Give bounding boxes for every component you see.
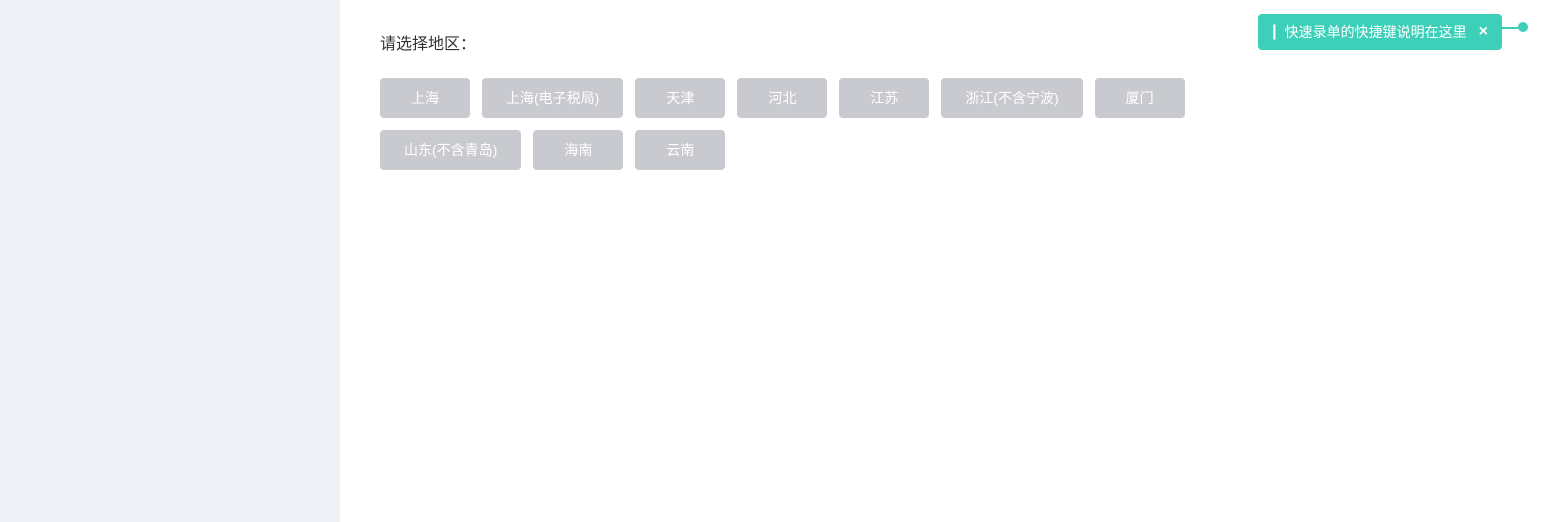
region-row-1: 上海上海(电子税局) 天津河北江苏浙江(不含宁波) 厦门 — [380, 78, 1522, 118]
region-button-shandong[interactable]: 山东(不含青岛) — [380, 130, 521, 170]
region-button-jiangsu[interactable]: 江苏 — [839, 78, 929, 118]
tooltip-close-button[interactable]: × — [1479, 23, 1488, 41]
region-button-hainan[interactable]: 海南 — [533, 130, 623, 170]
tooltip-connector-dot — [1518, 22, 1528, 32]
region-button-yunnan[interactable]: 云南 — [635, 130, 725, 170]
main-content: 请选择地区： 上海上海(电子税局)天津河北江苏浙江(不含宁波)厦门 山东(不含青… — [340, 0, 1562, 522]
region-button-xiamen[interactable]: 厦门 — [1095, 78, 1185, 118]
region-row-2: 山东(不含青岛) 海南云南 — [380, 130, 1522, 170]
left-sidebar — [0, 0, 340, 522]
region-button-shanghai-etax[interactable]: 上海(电子税局) — [482, 78, 623, 118]
region-button-zhejiang[interactable]: 浙江(不含宁波) — [941, 78, 1082, 118]
tooltip-text: 快速录单的快捷键说明在这里 — [1285, 22, 1467, 42]
region-button-shanghai[interactable]: 上海 — [380, 78, 470, 118]
tooltip-connector-line — [1498, 27, 1518, 29]
region-button-tianjin[interactable]: 天津 — [635, 78, 725, 118]
tooltip-banner: 快速录单的快捷键说明在这里 × — [1258, 14, 1502, 50]
region-button-hebei[interactable]: 河北 — [737, 78, 827, 118]
